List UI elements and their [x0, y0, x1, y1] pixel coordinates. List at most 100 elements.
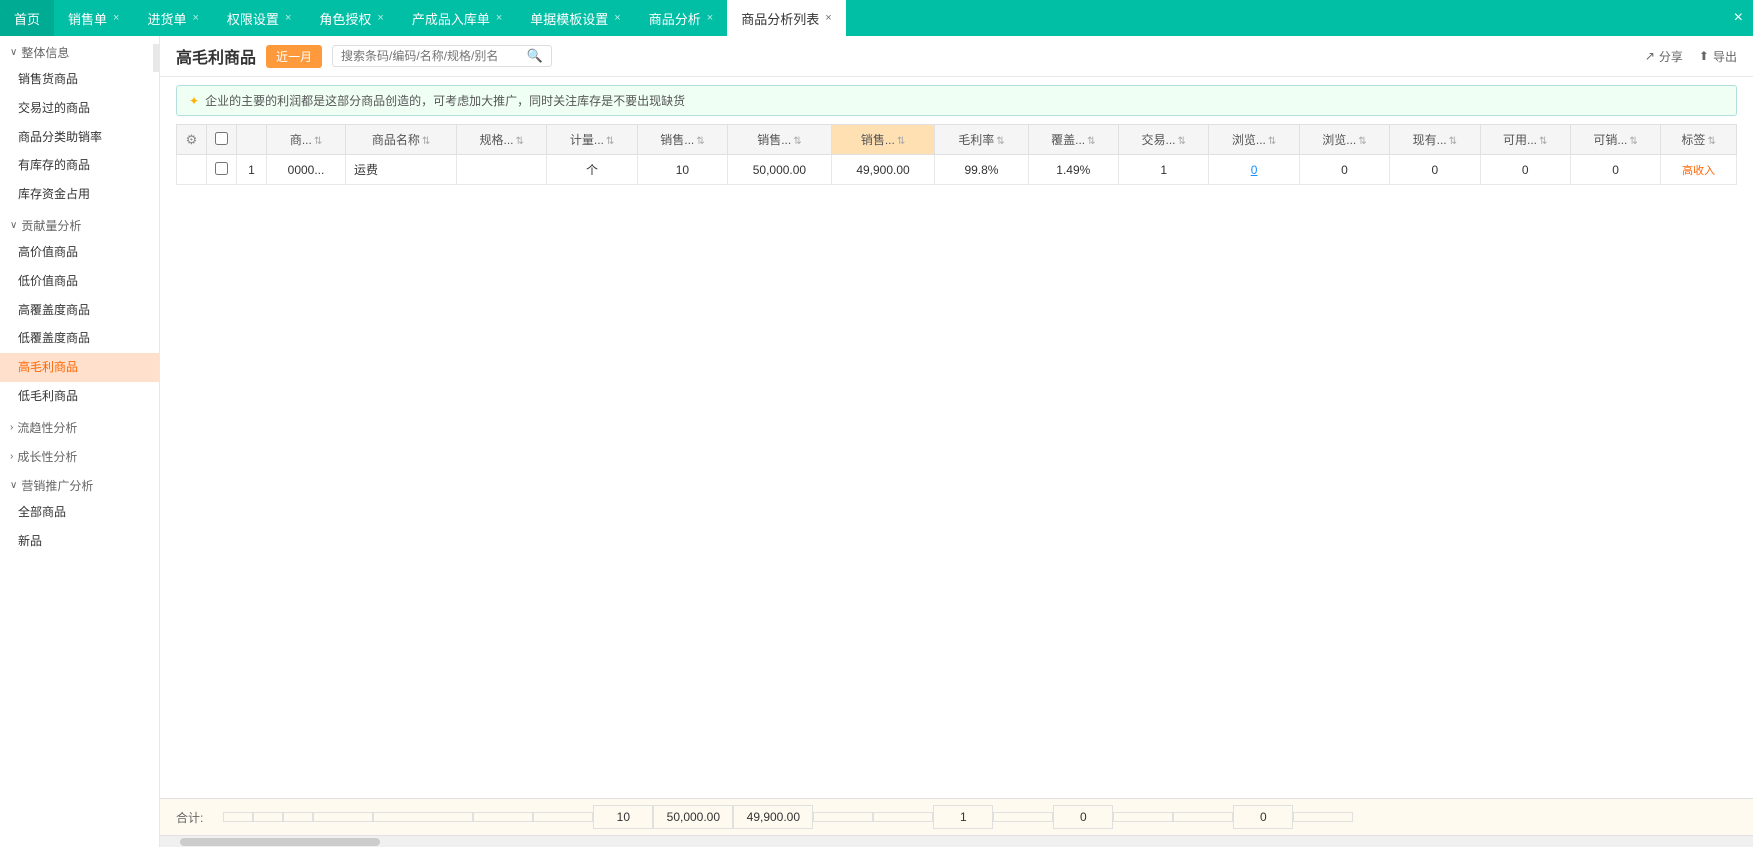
col-sales-amt[interactable]: 销售...⇅ — [728, 125, 832, 155]
content-area: 高毛利商品 近一月 🔍 ↗ 分享 ⬆ 导出 ✦ 企业的主要的利润都是这部分商品创… — [160, 36, 1753, 847]
browse1-link[interactable]: 0 — [1251, 163, 1258, 177]
horizontal-scrollbar[interactable] — [160, 835, 1753, 847]
share-button[interactable]: ↗ 分享 — [1645, 48, 1683, 65]
col-tag[interactable]: 标签⇅ — [1661, 125, 1737, 155]
sidebar-item-in-stock-goods[interactable]: 有库存的商品 — [0, 151, 159, 180]
footer-name — [373, 812, 473, 822]
sidebar-group-overall[interactable]: ∨ 整体信息 — [0, 36, 159, 65]
table-row: 1 0000... 运费 个 10 50,000.00 49,900.00 99… — [177, 155, 1737, 185]
nav-product-analysis-list[interactable]: 商品分析列表 × — [727, 0, 845, 36]
nav-sales-close[interactable]: × — [113, 12, 119, 24]
col-available[interactable]: 可用...⇅ — [1480, 125, 1570, 155]
col-code[interactable]: 商...⇅ — [267, 125, 346, 155]
sort-icon[interactable]: ⇅ — [1268, 136, 1276, 147]
nav-product-warehouse-close[interactable]: × — [496, 12, 502, 24]
nav-template-settings-close[interactable]: × — [614, 12, 620, 24]
nav-product-analysis[interactable]: 商品分析 × — [635, 0, 727, 36]
col-checkbox[interactable] — [207, 125, 237, 155]
sort-icon[interactable]: ⇅ — [606, 136, 614, 147]
sort-icon[interactable]: ⇅ — [1629, 136, 1637, 147]
search-icon[interactable]: 🔍 — [527, 48, 543, 64]
col-name[interactable]: 商品名称⇅ — [346, 125, 457, 155]
sort-icon[interactable]: ⇅ — [1178, 136, 1186, 147]
col-spec[interactable]: 规格...⇅ — [457, 125, 547, 155]
nav-purchase-close[interactable]: × — [192, 12, 198, 24]
sidebar-item-category-sales-rate[interactable]: 商品分类助销率 — [0, 123, 159, 152]
cell-checkbox[interactable] — [207, 155, 237, 185]
sidebar-item-all-goods[interactable]: 全部商品 — [0, 498, 159, 527]
nav-permission-close[interactable]: × — [285, 12, 291, 24]
col-browse2[interactable]: 浏览...⇅ — [1299, 125, 1389, 155]
cell-sellable: 0 — [1570, 155, 1660, 185]
col-current[interactable]: 现有...⇅ — [1390, 125, 1480, 155]
nav-product-analysis-list-close[interactable]: × — [825, 12, 831, 24]
sidebar-item-sales-goods[interactable]: 销售货商品 — [0, 65, 159, 94]
sort-icon[interactable]: ⇅ — [516, 136, 524, 147]
nav-product-warehouse[interactable]: 产成品入库单 × — [398, 0, 516, 36]
nav-role[interactable]: 角色授权 × — [305, 0, 397, 36]
col-sales-qty[interactable]: 销售...⇅ — [637, 125, 727, 155]
footer-sales-profit: 49,900.00 — [733, 805, 813, 829]
nav-product-warehouse-label: 产成品入库单 — [412, 9, 490, 28]
sidebar-item-low-value[interactable]: 低价值商品 — [0, 267, 159, 296]
col-coverage[interactable]: 覆盖...⇅ — [1028, 125, 1118, 155]
filter-recent-month-button[interactable]: 近一月 — [266, 45, 322, 68]
cell-browse1[interactable]: 0 — [1209, 155, 1299, 185]
sidebar-item-high-value[interactable]: 高价值商品 — [0, 238, 159, 267]
sidebar-item-traded-goods[interactable]: 交易过的商品 — [0, 94, 159, 123]
table-container[interactable]: ⚙ 商...⇅ 商品名称⇅ 规格...⇅ — [160, 124, 1753, 798]
share-label: 分享 — [1659, 48, 1683, 65]
nav-sales[interactable]: 销售单 × — [54, 0, 133, 36]
window-close-button[interactable]: × — [1734, 9, 1743, 27]
sidebar-group-marketing[interactable]: ∨ 营销推广分析 — [0, 469, 159, 498]
nav-template-settings[interactable]: 单据模板设置 × — [516, 0, 634, 36]
nav-role-label: 角色授权 — [319, 9, 371, 28]
sidebar-item-new-goods[interactable]: 新品 — [0, 527, 159, 556]
col-browse1[interactable]: 浏览...⇅ — [1209, 125, 1299, 155]
nav-role-close[interactable]: × — [377, 12, 383, 24]
nav-product-analysis-close[interactable]: × — [707, 12, 713, 24]
sort-icon[interactable]: ⇅ — [314, 136, 322, 147]
sort-icon[interactable]: ⇅ — [897, 136, 905, 147]
sort-icon[interactable]: ⇅ — [1539, 136, 1547, 147]
export-button[interactable]: ⬆ 导出 — [1699, 48, 1737, 65]
cell-available: 0 — [1480, 155, 1570, 185]
sidebar-group-contribution[interactable]: ∨ 贡献量分析 — [0, 209, 159, 238]
sidebar-item-high-coverage[interactable]: 高覆盖度商品 — [0, 296, 159, 325]
footer-sellable: 0 — [1233, 805, 1293, 829]
sidebar-item-low-gross[interactable]: 低毛利商品 — [0, 382, 159, 411]
col-sales-profit[interactable]: 销售...⇅ — [831, 125, 935, 155]
sidebar-group-trend-label: 流趋性分析 — [17, 419, 77, 436]
sidebar-item-high-gross[interactable]: 高毛利商品 — [0, 353, 159, 382]
nav-home[interactable]: 首页 — [0, 0, 54, 36]
sidebar-item-stock-capital[interactable]: 库存资金占用 — [0, 180, 159, 209]
chevron-down-icon: ∨ — [10, 220, 17, 231]
sort-icon[interactable]: ⇅ — [793, 136, 801, 147]
nav-permission[interactable]: 权限设置 × — [213, 0, 305, 36]
nav-purchase[interactable]: 进货单 × — [133, 0, 212, 36]
footer-current — [1113, 812, 1173, 822]
col-sellable[interactable]: 可销...⇅ — [1570, 125, 1660, 155]
row-checkbox[interactable] — [215, 162, 228, 175]
sort-icon[interactable]: ⇅ — [996, 136, 1004, 147]
col-unit[interactable]: 计量...⇅ — [547, 125, 637, 155]
header-actions: ↗ 分享 ⬆ 导出 — [1645, 48, 1737, 65]
col-settings[interactable]: ⚙ — [177, 125, 207, 155]
search-input[interactable] — [341, 49, 521, 63]
sort-icon[interactable]: ⇅ — [422, 136, 430, 147]
sort-icon[interactable]: ⇅ — [1449, 136, 1457, 147]
sort-icon[interactable]: ⇅ — [696, 136, 704, 147]
col-transaction[interactable]: 交易...⇅ — [1119, 125, 1209, 155]
sort-icon[interactable]: ⇅ — [1358, 136, 1366, 147]
sidebar-group-trend[interactable]: › 流趋性分析 — [0, 411, 159, 440]
sidebar-collapse-button[interactable]: 《 — [153, 44, 160, 72]
sort-icon[interactable]: ⇅ — [1707, 136, 1715, 147]
scrollbar-thumb[interactable] — [180, 838, 380, 846]
sort-icon[interactable]: ⇅ — [1087, 136, 1095, 147]
select-all-checkbox[interactable] — [215, 132, 228, 145]
col-gross-rate[interactable]: 毛利率⇅ — [935, 125, 1028, 155]
sidebar-item-low-coverage[interactable]: 低覆盖度商品 — [0, 324, 159, 353]
chevron-right-icon: › — [10, 451, 13, 462]
sidebar-group-growth[interactable]: › 成长性分析 — [0, 440, 159, 469]
settings-icon[interactable]: ⚙ — [186, 132, 198, 147]
